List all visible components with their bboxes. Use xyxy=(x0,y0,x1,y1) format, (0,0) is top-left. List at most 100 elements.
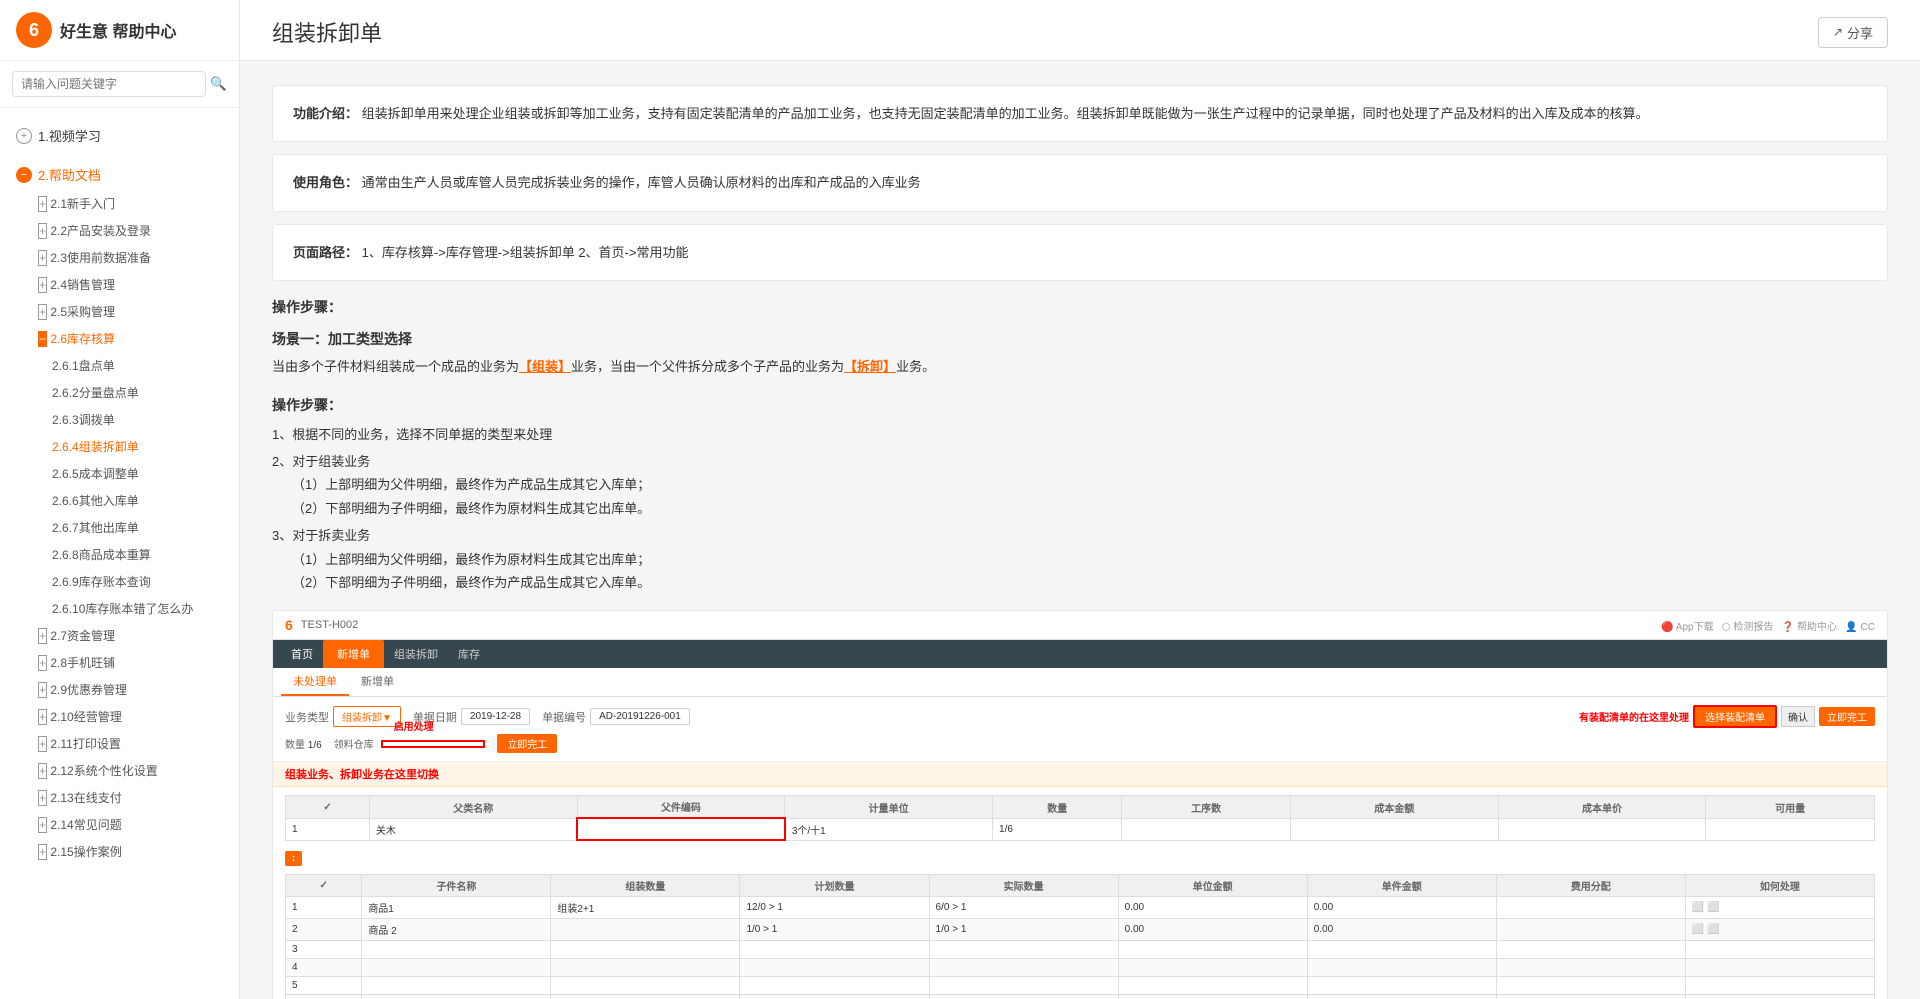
mock-type-select[interactable]: 组装拆卸▼ xyxy=(333,706,401,727)
sidebar-item-coupon[interactable]: + 2.9优惠券管理 xyxy=(0,676,239,703)
mock-finish-btn[interactable]: 立即完工 xyxy=(1819,707,1875,726)
role-block: 使用角色： 通常由生产人员或库管人员完成拆装业务的操作，库管人员确认原材料的出库… xyxy=(272,154,1888,211)
sidebar-header: 6 好生意 帮助中心 xyxy=(0,0,239,61)
mock-company: TEST-H002 xyxy=(301,619,358,631)
sidebar-item-inventory-error[interactable]: 2.6.10库存账本错了怎么办 xyxy=(0,595,239,622)
sidebar-item-cases[interactable]: + 2.15操作案例 xyxy=(0,838,239,865)
mock-nav-new[interactable]: 新增单 xyxy=(323,640,384,668)
plus-icon: + xyxy=(38,277,47,293)
mock-confirm-btn[interactable]: 确认 xyxy=(1781,706,1815,727)
search-bar: 🔍 xyxy=(0,61,239,108)
sidebar-item-help-docs[interactable]: − 2.帮助文档 xyxy=(0,159,239,190)
mock-form-area: 业务类型 组装拆卸▼ 单据日期 2019-12-28 单据编号 AD-20191… xyxy=(273,697,1887,762)
mock-warehouse-input[interactable] xyxy=(381,740,485,748)
mock-bom-annotation: 有装配清单的在这里处理 xyxy=(1579,709,1689,724)
mock-nav-bar: 首页 新增单 组装拆卸 库存 xyxy=(273,640,1887,668)
share-button[interactable]: ↗ 分享 xyxy=(1818,17,1888,48)
plus-icon: + xyxy=(38,817,47,833)
table-row: 6 xyxy=(286,995,1875,999)
mock-top-bar: 6 TEST-H002 🔴 App下载 ⬡ 检测报告 ❓ 帮助中心 👤 CC xyxy=(273,611,1887,640)
role-label: 使用角色： xyxy=(293,175,358,190)
sidebar-item-video[interactable]: + 1.视频学习 xyxy=(0,120,239,151)
mock-expand-btn[interactable]: ↕ xyxy=(285,851,302,866)
mock-nav-home[interactable]: 首页 xyxy=(281,640,323,668)
sidebar-item-beginner[interactable]: + 2.1新手入门 xyxy=(0,190,239,217)
function-intro-text: 组装拆卸单用来处理企业组装或拆卸等加工业务，支持有固定装配清单的产品加工业务，也… xyxy=(362,106,1649,121)
sidebar-item-mobile[interactable]: + 2.8手机旺铺 xyxy=(0,649,239,676)
page-title: 组装拆卸单 xyxy=(272,16,382,48)
plus-icon: + xyxy=(38,304,47,320)
mock-tab-unprocessed[interactable]: 未处理单 xyxy=(281,668,349,696)
role-text: 通常由生产人员或库管人员完成拆装业务的操作，库管人员确认原材料的出库和产成品的入… xyxy=(362,175,921,190)
sidebar-item-purchase[interactable]: + 2.5采购管理 xyxy=(0,298,239,325)
mock-col-qty: 数量 xyxy=(993,796,1122,819)
plus-icon: + xyxy=(38,250,47,266)
mock-section-annotation: 组装业务、拆卸业务在这里切换 xyxy=(285,766,439,782)
sidebar-item-inventory-count2[interactable]: 2.6.2分量盘点单 xyxy=(0,379,239,406)
mock-tab-new[interactable]: 新增单 xyxy=(349,668,406,696)
logo-icon: 6 xyxy=(16,12,52,48)
sidebar-item-assembly[interactable]: 2.6.4组装拆卸单 xyxy=(0,433,239,460)
sidebar-item-cost-recalc[interactable]: 2.6.8商品成本重算 xyxy=(0,541,239,568)
content-body: 功能介绍： 组装拆卸单用来处理企业组装或拆卸等加工业务，支持有固定装配清单的产品… xyxy=(240,61,1920,999)
content-header: 组装拆卸单 ↗ 分享 xyxy=(240,0,1920,61)
mock-col-available: 可用量 xyxy=(1706,796,1875,819)
plus-icon: + xyxy=(38,844,47,860)
mock-type-label: 业务类型 xyxy=(285,709,329,725)
sidebar-item-sales[interactable]: + 2.4销售管理 xyxy=(0,271,239,298)
screenshot-mockup: 6 TEST-H002 🔴 App下载 ⬡ 检测报告 ❓ 帮助中心 👤 CC 首… xyxy=(273,611,1887,999)
search-button[interactable]: 🔍 xyxy=(210,76,227,92)
mock-date-value[interactable]: 2019-12-28 xyxy=(461,708,530,725)
sidebar-item-settings[interactable]: + 2.12系统个性化设置 xyxy=(0,757,239,784)
mock-type-field: 业务类型 组装拆卸▼ xyxy=(285,706,401,727)
path-block: 页面路径： 1、库存核算->库存管理->组装拆卸单 2、首页->常用功能 xyxy=(272,224,1888,281)
sidebar-item-cost-adjust[interactable]: 2.6.5成本调整单 xyxy=(0,460,239,487)
sidebar-item-inventory[interactable]: − 2.6库存核算 xyxy=(0,325,239,352)
mock-top-table: ✓ 父类名称 父件编码 计量单位 数量 工序数 成本金额 成本单价 可用量 xyxy=(285,795,1875,841)
search-input[interactable] xyxy=(12,71,206,97)
sidebar-item-payment[interactable]: + 2.13在线支付 xyxy=(0,784,239,811)
mock-col-parent-name: 父类名称 xyxy=(369,796,577,819)
mock-sub-tabs: 未处理单 新增单 xyxy=(273,668,1887,697)
mock-apply-btn[interactable]: 立即完工 xyxy=(497,734,557,753)
mock-nav-assembly[interactable]: 组装拆卸 xyxy=(384,640,448,668)
step3-1: （1）上部明细为父件明细，最终作为原材料生成其它出库单； xyxy=(292,548,1888,571)
mock-section-header: 组装业务、拆卸业务在这里切换 xyxy=(273,762,1887,787)
path-label: 页面路径： xyxy=(293,245,358,260)
logo-text: 好生意 帮助中心 xyxy=(60,18,176,42)
mock-number-field: 单据编号 AD-20191226-001 xyxy=(542,708,690,725)
table-row: 1 商品1 组装2+1 12/0 > 1 6/0 > 1 0.00 0.00 ⬜… xyxy=(286,897,1875,919)
sidebar-item-faq[interactable]: + 2.14常见问题 xyxy=(0,811,239,838)
function-intro-label: 功能介绍： xyxy=(293,106,358,121)
sidebar-item-other-out[interactable]: 2.6.7其他出库单 xyxy=(0,514,239,541)
mock-select-bom-btn[interactable]: 选择装配清单 xyxy=(1693,705,1777,728)
steps-list: 1、根据不同的业务，选择不同单据的类型来处理 2、对于组装业务 （1）上部明细为… xyxy=(272,423,1888,595)
sidebar-item-data-prep[interactable]: + 2.3使用前数据准备 xyxy=(0,244,239,271)
sidebar-item-other-in[interactable]: 2.6.6其他入库单 xyxy=(0,487,239,514)
mock-parent-code-cell[interactable] xyxy=(577,818,785,840)
sidebar-item-finance[interactable]: + 2.7资金管理 xyxy=(0,622,239,649)
sidebar-item-install[interactable]: + 2.2产品安装及登录 xyxy=(0,217,239,244)
mock-qty-field: 数量 1/6 xyxy=(285,736,322,751)
mock-nav-inventory[interactable]: 库存 xyxy=(448,640,490,668)
mock-nav-icons: 🔴 App下载 ⬡ 检测报告 ❓ 帮助中心 👤 CC xyxy=(1661,618,1875,633)
mock-qty-value: 1/6 xyxy=(308,740,322,751)
mock-bottom-table: ✓ 子件名称 组装数量 计划数量 实际数量 单位金额 单件金额 费用分配 如何处… xyxy=(285,874,1875,999)
minus-icon: − xyxy=(16,167,32,183)
table-row: 3 xyxy=(286,941,1875,959)
nav-section-1: + 1.视频学习 xyxy=(0,116,239,155)
sidebar-item-inventory-count[interactable]: 2.6.1盘点单 xyxy=(0,352,239,379)
mock-number-value[interactable]: AD-20191226-001 xyxy=(590,708,690,725)
sidebar-item-print[interactable]: + 2.11打印设置 xyxy=(0,730,239,757)
sidebar-item-transfer[interactable]: 2.6.3调拨单 xyxy=(0,406,239,433)
mock-col-parent-code: 父件编码 xyxy=(577,796,785,819)
function-intro-block: 功能介绍： 组装拆卸单用来处理企业组装或拆卸等加工业务，支持有固定装配清单的产品… xyxy=(272,85,1888,142)
plus-icon: + xyxy=(38,628,47,644)
step1: 1、根据不同的业务，选择不同单据的类型来处理 xyxy=(272,423,1888,446)
mock-warehouse-annotation: 启用处理 xyxy=(394,718,434,733)
sidebar-item-operations[interactable]: + 2.10经营管理 xyxy=(0,703,239,730)
table-row: 2 商品 2 1/0 > 1 1/0 > 1 0.00 0.00 ⬜ ⬜ xyxy=(286,919,1875,941)
mock-bom-section: 有装配清单的在这里处理 选择装配清单 确认 立即完工 xyxy=(1579,705,1875,728)
plus-icon: + xyxy=(38,763,47,779)
sidebar-item-inventory-query[interactable]: 2.6.9库存账本查询 xyxy=(0,568,239,595)
